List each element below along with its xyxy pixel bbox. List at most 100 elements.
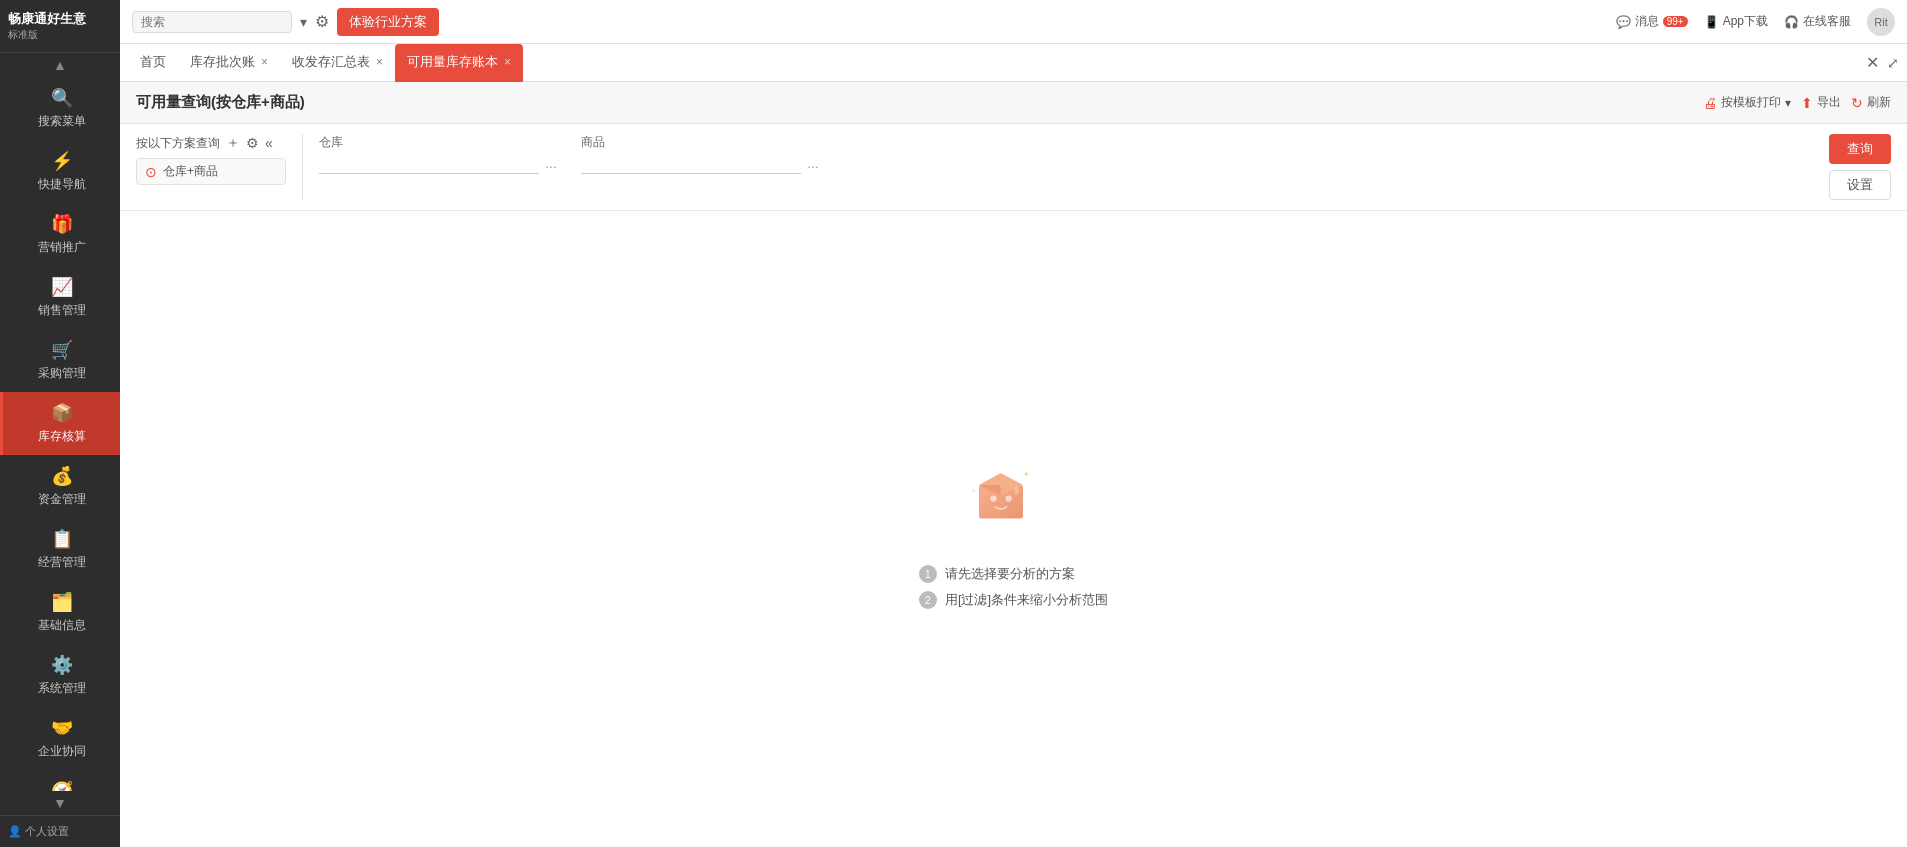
sidebar-item-marketing[interactable]: 🎁营销推广 (0, 203, 120, 266)
newbie-icon: 🧭 (51, 780, 73, 791)
export-label: 导出 (1817, 94, 1841, 111)
funds-icon: 💰 (51, 465, 73, 487)
sidebar-label-basic: 基础信息 (38, 617, 86, 634)
dropdown-button[interactable]: ▾ (300, 14, 307, 30)
refresh-button[interactable]: ↻ 刷新 (1851, 94, 1891, 111)
refresh-label: 刷新 (1867, 94, 1891, 111)
sidebar-label-purchase: 采购管理 (38, 365, 86, 382)
product-filter: 商品 … (581, 134, 819, 174)
sidebar-item-purchase[interactable]: 🛒 采购管理 (0, 329, 120, 392)
empty-box-icon: ✦ ✦ (963, 449, 1043, 529)
product-input-row: … (581, 153, 819, 174)
enterprise-icon: 🤝 (51, 717, 73, 739)
expand-button[interactable]: ⤢ (1887, 55, 1899, 71)
sidebar-item-system[interactable]: ⚙️系统管理 (0, 644, 120, 707)
trial-button[interactable]: 体验行业方案 (337, 8, 439, 36)
sidebar-item-search[interactable]: 🔍搜索菜单 (0, 77, 120, 140)
sidebar-item-enterprise[interactable]: 🤝企业协同 (0, 707, 120, 770)
message-icon: 💬 (1616, 15, 1631, 29)
scheme-item[interactable]: ⊙ 仓库+商品 (136, 158, 286, 185)
settings-config-button[interactable]: 设置 (1829, 170, 1891, 200)
warehouse-input[interactable] (319, 153, 539, 174)
query-button[interactable]: 查询 (1829, 134, 1891, 164)
hint-num-2: 2 (919, 591, 937, 609)
top-header: ▾ ⚙ 体验行业方案 💬 消息 99+ 📱 App下载 🎧 在线客服 Rit (120, 0, 1907, 44)
export-icon: ⬆ (1801, 95, 1813, 111)
content-area: ✦ ✦ 1请先选择要分析的方案2用[过滤]条件来缩小分析范围 (120, 211, 1907, 847)
sidebar-label-system: 系统管理 (38, 680, 86, 697)
hint-num-1: 1 (919, 565, 937, 583)
edit-scheme-icon[interactable]: ⚙ (246, 135, 259, 151)
scheme-icon: ⊙ (145, 164, 157, 180)
sidebar-label-search: 搜索菜单 (38, 113, 86, 130)
sidebar-label-operations: 经营管理 (38, 554, 86, 571)
add-scheme-icon[interactable]: ＋ (226, 134, 240, 152)
basic-icon: 🗂️ (51, 591, 73, 613)
tab-home[interactable]: 首页 (128, 44, 178, 82)
product-more-button[interactable]: … (807, 157, 819, 171)
tab-close-receipt-summary[interactable]: × (376, 55, 383, 69)
sidebar-item-operations[interactable]: 📋经营管理 (0, 518, 120, 581)
search-input[interactable] (132, 11, 292, 33)
sidebar-item-quick-nav[interactable]: ⚡快捷导航 (0, 140, 120, 203)
sidebar-scroll-down[interactable]: ▼ (0, 791, 120, 815)
collapse-scheme-icon[interactable]: « (265, 135, 273, 151)
sales-icon: 📈 (51, 276, 73, 298)
filter-fields: 仓库 … 商品 … (319, 134, 1813, 174)
app-download-button[interactable]: 📱 App下载 (1704, 13, 1768, 30)
phone-icon: 📱 (1704, 15, 1719, 29)
warehouse-filter: 仓库 … (319, 134, 557, 174)
logo-sub: 标准版 (8, 28, 112, 42)
purchase-icon: 🛒 (51, 339, 73, 361)
sidebar-settings-label: 👤 个人设置 (8, 824, 69, 839)
page-actions: 🖨 按模板打印 ▾ ⬆ 导出 ↻ 刷新 (1703, 94, 1891, 111)
filter-scheme-header: 按以下方案查询 ＋ ⚙ « (136, 134, 286, 152)
svg-text:✦: ✦ (1023, 470, 1030, 479)
sidebar-label-quick-nav: 快捷导航 (38, 176, 86, 193)
tab-bar-right: ✕ ⤢ (1866, 53, 1899, 72)
page-header: 可用量查询(按仓库+商品) 🖨 按模板打印 ▾ ⬆ 导出 ↻ 刷新 (120, 82, 1907, 124)
warehouse-more-button[interactable]: … (545, 157, 557, 171)
filter-divider (302, 134, 303, 200)
tab-bar: 首页库存批次账×收发存汇总表×可用量库存账本× ✕ ⤢ (120, 44, 1907, 82)
print-button[interactable]: 🖨 按模板打印 ▾ (1703, 94, 1791, 111)
warehouse-input-row: … (319, 153, 557, 174)
logo-area: 畅康通好生意 标准版 (0, 0, 120, 53)
sidebar-nav: 🔍搜索菜单⚡快捷导航🎁营销推广 📈 销售管理 🛒 采购管理 📦库存核算💰资金管理📋经营管理… (0, 77, 120, 791)
sidebar: 畅康通好生意 标准版 ▲ 🔍搜索菜单⚡快捷导航🎁营销推广 📈 销售管理 🛒 采购管理 📦库… (0, 0, 120, 847)
print-label: 按模板打印 (1721, 94, 1781, 111)
tab-available-ledger[interactable]: 可用量库存账本 × (395, 44, 523, 82)
sidebar-item-inventory[interactable]: 📦库存核算 (0, 392, 120, 455)
filter-scheme: 按以下方案查询 ＋ ⚙ « ⊙ 仓库+商品 (136, 134, 286, 185)
page-title: 可用量查询(按仓库+商品) (136, 93, 1703, 112)
tab-receipt-summary[interactable]: 收发存汇总表× (280, 44, 395, 82)
sidebar-settings[interactable]: 👤 个人设置 (0, 815, 120, 847)
main-content: ▾ ⚙ 体验行业方案 💬 消息 99+ 📱 App下载 🎧 在线客服 Rit (120, 0, 1907, 847)
sidebar-label-sales: 销售管理 (38, 302, 86, 319)
user-avatar[interactable]: Rit (1867, 8, 1895, 36)
export-button[interactable]: ⬆ 导出 (1801, 94, 1841, 111)
print-dropdown-icon: ▾ (1785, 96, 1791, 110)
tab-label-batch-ledger: 库存批次账 (190, 53, 255, 71)
message-button[interactable]: 💬 消息 99+ (1616, 13, 1688, 30)
sidebar-item-funds[interactable]: 💰资金管理 (0, 455, 120, 518)
sidebar-scroll-up[interactable]: ▲ (0, 53, 120, 77)
close-tab-button[interactable]: ✕ (1866, 53, 1879, 72)
app-label: App下载 (1723, 13, 1768, 30)
filter-scheme-label: 按以下方案查询 (136, 135, 220, 152)
warehouse-label: 仓库 (319, 134, 557, 151)
service-button[interactable]: 🎧 在线客服 (1784, 13, 1851, 30)
headset-icon: 🎧 (1784, 15, 1799, 29)
empty-hints: 1请先选择要分析的方案2用[过滤]条件来缩小分析范围 (919, 565, 1108, 609)
filter-area: 按以下方案查询 ＋ ⚙ « ⊙ 仓库+商品 仓库 … 商品 (120, 124, 1907, 211)
tab-batch-ledger[interactable]: 库存批次账 × (178, 44, 280, 82)
tab-label-available-ledger: 可用量库存账本 (407, 53, 498, 71)
service-label: 在线客服 (1803, 13, 1851, 30)
sidebar-item-sales[interactable]: 📈 销售管理 (0, 266, 120, 329)
header-settings-button[interactable]: ⚙ (315, 12, 329, 31)
product-input[interactable] (581, 153, 801, 174)
tab-close-available-ledger[interactable]: × (504, 55, 511, 69)
sidebar-item-basic[interactable]: 🗂️ 基础信息 (0, 581, 120, 644)
sidebar-item-newbie[interactable]: 🧭新手引导 (0, 770, 120, 791)
tab-close-batch-ledger[interactable]: × (261, 55, 268, 69)
